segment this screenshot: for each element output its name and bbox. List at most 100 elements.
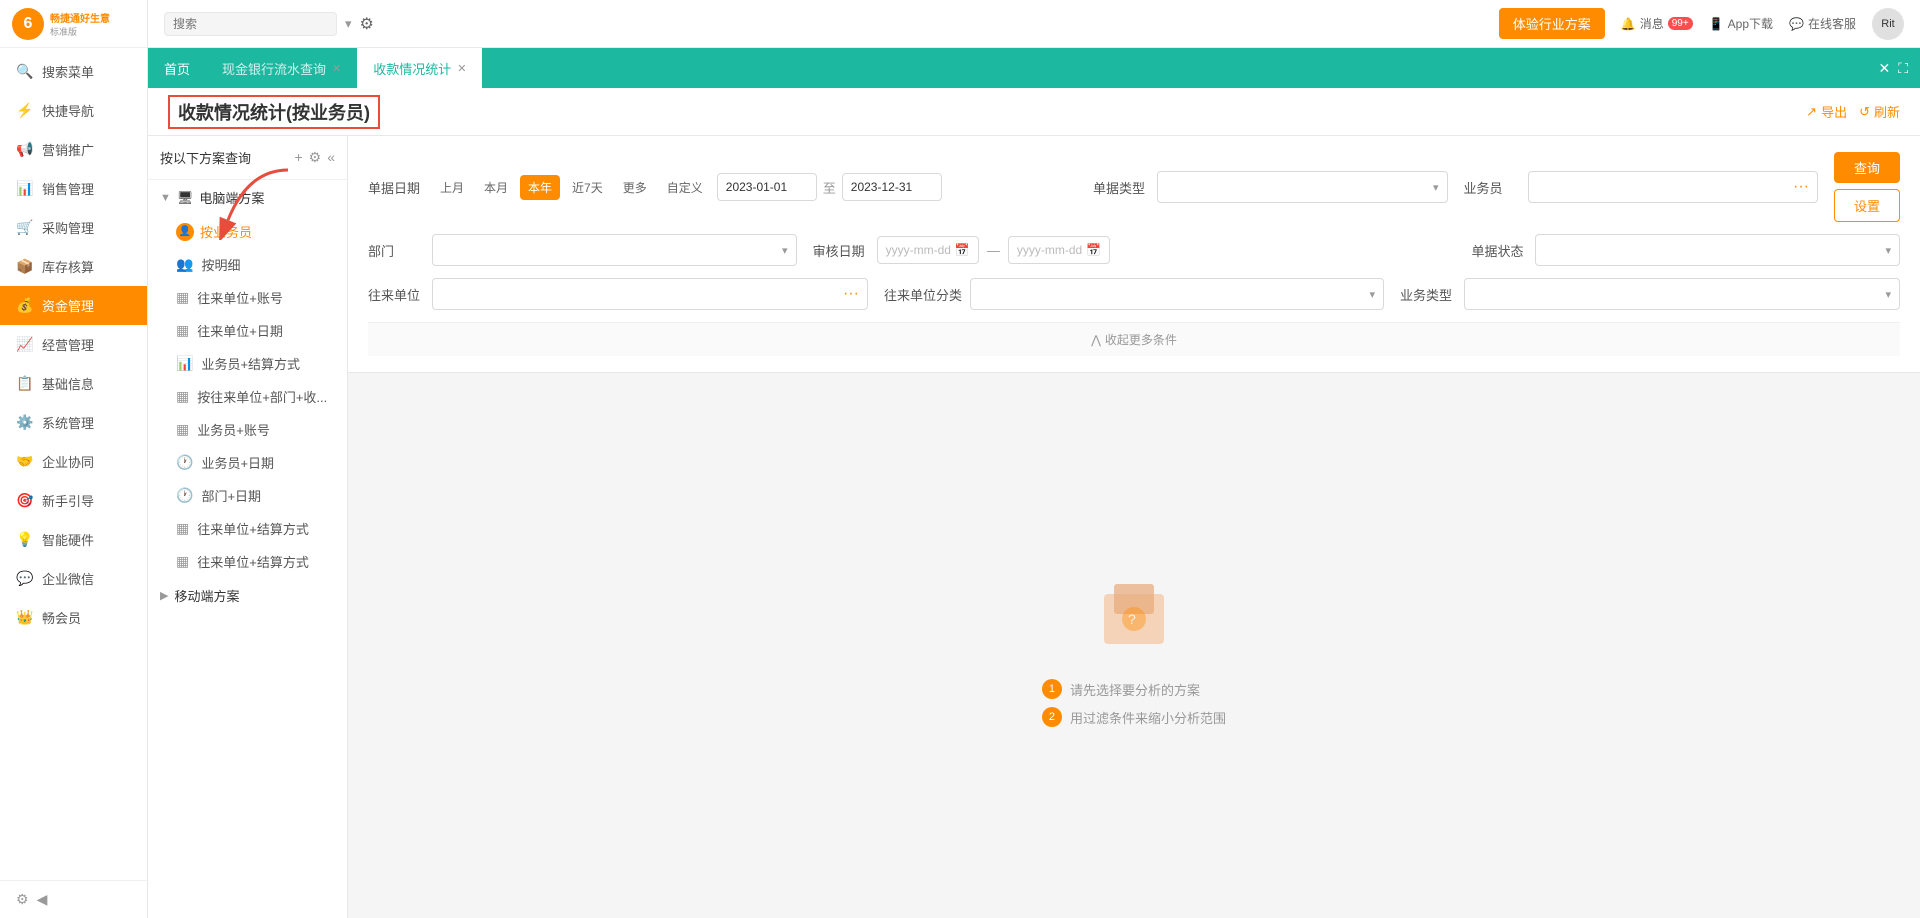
tab-home[interactable]: 首页 — [148, 48, 206, 88]
tree-item-dept-date[interactable]: 🕐 部门+日期 — [148, 479, 347, 512]
tree-group-desktop-header[interactable]: ▼ 🖥 电脑端方案 — [148, 180, 347, 215]
tree-item-salesperson-settlement[interactable]: 📊 业务员+结算方式 — [148, 347, 347, 380]
panel-header-actions: + ⚙ « — [294, 149, 335, 166]
sidebar-item-member[interactable]: 👑 畅会员 — [0, 598, 147, 637]
review-date-label: 审核日期 — [813, 241, 869, 260]
mobile-group-arrow: ▶ — [160, 589, 168, 602]
tree-item-by-detail[interactable]: 👥 按明细 — [148, 248, 347, 281]
tree-item-counterpart-dept[interactable]: ▦ 按往来单位+部门+收... — [148, 380, 347, 413]
sidebar-item-purchase[interactable]: 🛒 采购管理 — [0, 208, 147, 247]
voucher-type-dropdown-icon: ▾ — [1433, 181, 1439, 194]
voucher-type-input[interactable]: ▾ — [1157, 171, 1448, 203]
date-tab-this-year[interactable]: 本年 — [520, 175, 560, 200]
search-menu-icon: 🔍 — [16, 63, 34, 81]
wechat-icon: 💬 — [16, 570, 34, 588]
app-download-btn[interactable]: 📱 App下载 — [1709, 15, 1773, 32]
sidebar-item-smart-hw[interactable]: 💡 智能硬件 — [0, 520, 147, 559]
counterpart-more-icon[interactable]: ··· — [843, 285, 859, 303]
tree-item-counterpart-date[interactable]: ▦ 往来单位+日期 — [148, 314, 347, 347]
sidebar-item-marketing[interactable]: 📢 营销推广 — [0, 130, 147, 169]
close-window-btn[interactable]: ✕ — [1878, 60, 1890, 77]
svg-text:?: ? — [1128, 611, 1136, 627]
voucher-status-field: 单据状态 ▾ — [1471, 234, 1900, 266]
tab-collection-stats[interactable]: 收款情况统计 ✕ — [357, 48, 482, 88]
tree-item-salesperson-date[interactable]: 🕐 业务员+日期 — [148, 446, 347, 479]
business-type-dropdown-icon: ▾ — [1885, 288, 1891, 301]
tab-collection-stats-close[interactable]: ✕ — [457, 62, 466, 75]
user-avatar[interactable]: Rit — [1872, 8, 1904, 40]
tab-bank-flow[interactable]: 现金银行流水查询 ✕ — [206, 48, 357, 88]
online-service-btn[interactable]: 💬 在线客服 — [1789, 15, 1856, 32]
panel-collapse-btn[interactable]: « — [327, 149, 335, 166]
date-label: 单据日期 — [368, 178, 424, 197]
review-date-start-input[interactable]: yyyy-mm-dd 📅 — [877, 236, 979, 264]
salesperson-more-icon[interactable]: ··· — [1793, 178, 1809, 196]
voucher-status-input[interactable]: ▾ — [1535, 234, 1900, 266]
notification-icon: 🔔 — [1621, 17, 1636, 31]
date-tab-last-month[interactable]: 上月 — [432, 175, 472, 200]
empty-illustration: ? — [1084, 564, 1184, 667]
step-1-num: 1 — [1042, 679, 1062, 699]
tree-item-counterpart-account[interactable]: ▦ 往来单位+账号 — [148, 281, 347, 314]
refresh-btn[interactable]: ↺ 刷新 — [1859, 102, 1900, 121]
search-input[interactable] — [164, 12, 337, 36]
tabbar: 首页 现金银行流水查询 ✕ 收款情况统计 ✕ ✕ ⛶ — [148, 48, 1920, 88]
counterpart-type-input[interactable]: ▾ — [970, 278, 1384, 310]
date-tab-last-7[interactable]: 近7天 — [564, 175, 611, 200]
dept-input[interactable]: ▾ — [432, 234, 797, 266]
maximize-window-btn[interactable]: ⛶ — [1898, 60, 1908, 77]
breadcrumb-dropdown-btn[interactable]: ▾ — [345, 16, 352, 32]
date-tab-more[interactable]: 更多 — [615, 175, 655, 200]
topbar-settings-icon[interactable]: ⚙ — [360, 14, 374, 34]
main-area: ▾ ⚙ 体验行业方案 🔔 消息 99+ 📱 App下载 💬 在线客服 Rit 首… — [148, 0, 1920, 918]
dept-label: 部门 — [368, 241, 424, 260]
trial-btn[interactable]: 体验行业方案 — [1499, 8, 1605, 39]
date-tab-custom[interactable]: 自定义 — [659, 175, 711, 200]
operation-icon: 📈 — [16, 336, 34, 354]
salesperson-input[interactable]: ··· — [1528, 171, 1819, 203]
counterpart-input[interactable]: ··· — [432, 278, 868, 310]
sidebar-item-finance[interactable]: 💰 资金管理 — [0, 286, 147, 325]
logo-text: 畅捷通好生意 标准版 — [50, 10, 110, 38]
tree-item-counterpart-settlement1[interactable]: ▦ 往来单位+结算方式 — [148, 512, 347, 545]
voucher-type-field: 单据类型 ▾ — [1093, 171, 1448, 203]
review-date-end-input[interactable]: yyyy-mm-dd 📅 — [1008, 236, 1110, 264]
date-end-input[interactable]: 2023-12-31 — [842, 173, 942, 201]
scheme-settings-btn[interactable]: ⚙ — [309, 149, 322, 166]
tree-item-salesperson-account[interactable]: ▦ 业务员+账号 — [148, 413, 347, 446]
sidebar-item-inventory[interactable]: 📦 库存核算 — [0, 247, 147, 286]
export-btn[interactable]: ↗ 导出 — [1806, 102, 1847, 121]
tree-group-mobile-header[interactable]: ▶ 移动端方案 — [148, 578, 347, 613]
notifications-btn[interactable]: 🔔 消息 99+ — [1621, 15, 1693, 32]
sidebar-item-quick-nav[interactable]: ⚡ 快捷导航 — [0, 91, 147, 130]
tab-bank-flow-close[interactable]: ✕ — [332, 62, 341, 75]
collapse-bar[interactable]: ⋀ 收起更多条件 — [368, 322, 1900, 356]
sidebar-item-enterprise[interactable]: 🤝 企业协同 — [0, 442, 147, 481]
business-type-input[interactable]: ▾ — [1464, 278, 1900, 310]
settings-footer-btn[interactable]: ⚙ — [16, 891, 29, 908]
dd-item-icon: 🕐 — [176, 487, 193, 504]
setting-btn[interactable]: 设置 — [1834, 189, 1900, 222]
counterpart-type-field: 往来单位分类 ▾ — [884, 278, 1384, 310]
tree-item-counterpart-settlement2[interactable]: ▦ 往来单位+结算方式 — [148, 545, 347, 578]
sidebar-item-operation[interactable]: 📈 经营管理 — [0, 325, 147, 364]
sidebar-item-guide[interactable]: 🎯 新手引导 — [0, 481, 147, 520]
salesperson-label: 业务员 — [1464, 178, 1520, 197]
sidebar-item-sales[interactable]: 📊 销售管理 — [0, 169, 147, 208]
date-field: 单据日期 上月 本月 本年 近7天 更多 自定义 2023- — [368, 173, 1077, 201]
sidebar-item-search-menu[interactable]: 🔍 搜索菜单 — [0, 52, 147, 91]
date-tab-this-month[interactable]: 本月 — [476, 175, 516, 200]
review-date-field: 审核日期 yyyy-mm-dd 📅 — yyyy-mm-dd 📅 — [813, 236, 1456, 264]
sidebar-item-basic-info[interactable]: 📋 基础信息 — [0, 364, 147, 403]
collapse-sidebar-btn[interactable]: ◀ — [37, 891, 48, 908]
add-scheme-btn[interactable]: + — [294, 149, 302, 166]
active-item-icon: 👤 — [176, 223, 194, 241]
date-start-input[interactable]: 2023-01-01 — [717, 173, 817, 201]
left-panel: 按以下方案查询 + ⚙ « — [148, 136, 348, 918]
empty-icon: ? — [1084, 564, 1184, 664]
tree-item-by-salesperson[interactable]: 👤 按业务员 — [148, 215, 347, 248]
query-btn[interactable]: 查询 — [1834, 152, 1900, 183]
sidebar-item-system[interactable]: ⚙️ 系统管理 — [0, 403, 147, 442]
form-row-1: 单据日期 上月 本月 本年 近7天 更多 自定义 2023- — [368, 152, 1900, 222]
sidebar-item-wechat[interactable]: 💬 企业微信 — [0, 559, 147, 598]
